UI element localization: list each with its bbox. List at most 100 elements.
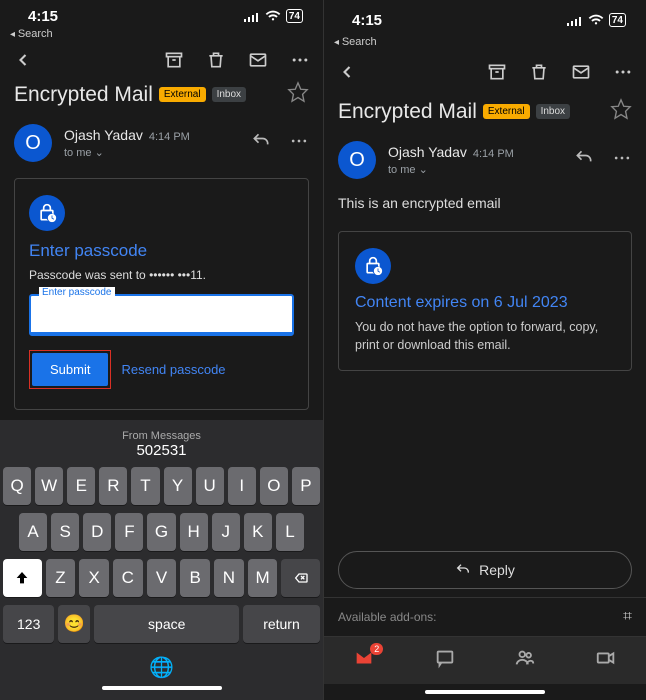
keyboard: From Messages 502531 QWERTYUIOP ASDFGHJK…: [0, 420, 323, 700]
status-time: 4:15: [352, 12, 382, 29]
star-icon[interactable]: [287, 81, 309, 108]
key-backspace[interactable]: [281, 559, 320, 597]
more-icon[interactable]: [612, 61, 634, 83]
right-pane: 4:15 74 Search Encrypted Mail External I…: [323, 0, 646, 700]
key-123[interactable]: 123: [3, 605, 54, 643]
passcode-input[interactable]: [29, 294, 294, 336]
key-p[interactable]: P: [292, 467, 320, 505]
key-d[interactable]: D: [83, 513, 111, 551]
key-y[interactable]: Y: [164, 467, 192, 505]
passcode-card: Enter passcode Passcode was sent to ••••…: [14, 178, 309, 410]
key-r[interactable]: R: [99, 467, 127, 505]
archive-icon[interactable]: [486, 61, 508, 83]
reply-button[interactable]: Reply: [338, 551, 632, 589]
subject-row: Encrypted Mail External Inbox: [0, 77, 323, 118]
nav-spaces[interactable]: [514, 647, 536, 674]
mail-icon[interactable]: [247, 49, 269, 71]
back-to-search[interactable]: Search: [324, 36, 646, 48]
key-return[interactable]: return: [243, 605, 320, 643]
subject-row: Encrypted Mail External Inbox: [324, 94, 646, 135]
mail-icon[interactable]: [570, 61, 592, 83]
status-time: 4:15: [28, 8, 58, 25]
subject-text: Encrypted Mail: [338, 100, 477, 124]
key-i[interactable]: I: [228, 467, 256, 505]
keyboard-row-3: ZXCVBNM: [3, 559, 320, 597]
chevron-down-icon: ⌄: [95, 147, 104, 159]
key-w[interactable]: W: [35, 467, 63, 505]
key-c[interactable]: C: [113, 559, 143, 597]
addons-label: Available add-ons:: [338, 610, 437, 624]
lock-clock-icon: [29, 195, 65, 231]
bottom-nav: 2: [324, 636, 646, 684]
key-n[interactable]: N: [214, 559, 244, 597]
addons-row: Available add-ons: ⌗: [324, 597, 646, 636]
back-icon[interactable]: [12, 49, 34, 71]
nav-mail[interactable]: 2: [353, 647, 375, 674]
key-k[interactable]: K: [244, 513, 272, 551]
home-indicator[interactable]: [102, 686, 222, 690]
back-to-search[interactable]: Search: [0, 28, 323, 40]
star-icon[interactable]: [610, 98, 632, 125]
key-j[interactable]: J: [212, 513, 240, 551]
globe-icon[interactable]: 🌐: [3, 651, 320, 680]
key-h[interactable]: H: [180, 513, 208, 551]
cellular-icon: [567, 15, 583, 26]
mail-badge-count: 2: [370, 643, 383, 655]
key-s[interactable]: S: [51, 513, 79, 551]
key-o[interactable]: O: [260, 467, 288, 505]
key-u[interactable]: U: [196, 467, 224, 505]
battery-icon: 74: [609, 13, 626, 27]
sender-name: Ojash Yadav: [64, 127, 143, 143]
key-emoji[interactable]: 😊: [58, 605, 90, 643]
sender-more-icon[interactable]: [612, 148, 632, 173]
expiry-text: You do not have the option to forward, c…: [355, 318, 615, 354]
email-body: This is an encrypted email: [324, 185, 646, 221]
resend-link[interactable]: Resend passcode: [121, 362, 225, 377]
status-indicators: 74: [244, 9, 303, 23]
inbox-badge: Inbox: [536, 104, 570, 119]
key-m[interactable]: M: [248, 559, 278, 597]
key-g[interactable]: G: [147, 513, 175, 551]
key-shift[interactable]: [3, 559, 42, 597]
nav-meet[interactable]: [595, 647, 617, 674]
reply-icon[interactable]: [574, 148, 594, 173]
key-l[interactable]: L: [276, 513, 304, 551]
expiry-card: Content expires on 6 Jul 2023 You do not…: [338, 231, 632, 371]
reply-icon[interactable]: [251, 131, 271, 156]
key-e[interactable]: E: [67, 467, 95, 505]
key-z[interactable]: Z: [46, 559, 76, 597]
external-badge: External: [159, 87, 206, 102]
keyboard-suggestion[interactable]: From Messages 502531: [3, 426, 320, 467]
sender-time: 4:14 PM: [473, 148, 514, 160]
key-t[interactable]: T: [131, 467, 159, 505]
key-x[interactable]: X: [79, 559, 109, 597]
avatar[interactable]: O: [338, 141, 376, 179]
avatar[interactable]: O: [14, 124, 52, 162]
submit-button[interactable]: Submit: [32, 353, 108, 386]
home-indicator[interactable]: [425, 690, 545, 694]
toolbar: [324, 50, 646, 94]
key-space[interactable]: space: [94, 605, 238, 643]
key-q[interactable]: Q: [3, 467, 31, 505]
archive-icon[interactable]: [163, 49, 185, 71]
key-b[interactable]: B: [180, 559, 210, 597]
delete-icon[interactable]: [205, 49, 227, 71]
highlight-box: Submit: [29, 350, 111, 389]
key-a[interactable]: A: [19, 513, 47, 551]
external-badge: External: [483, 104, 530, 119]
back-icon[interactable]: [336, 61, 358, 83]
key-v[interactable]: V: [147, 559, 177, 597]
recipient[interactable]: to me ⌄: [388, 163, 562, 176]
passcode-title: Enter passcode: [29, 241, 294, 261]
slack-icon[interactable]: ⌗: [623, 608, 632, 626]
sender-more-icon[interactable]: [289, 131, 309, 156]
expiry-title: Content expires on 6 Jul 2023: [355, 294, 615, 312]
key-f[interactable]: F: [115, 513, 143, 551]
more-icon[interactable]: [289, 49, 311, 71]
nav-chat[interactable]: [434, 647, 456, 674]
delete-icon[interactable]: [528, 61, 550, 83]
recipient[interactable]: to me ⌄: [64, 146, 239, 159]
sender-row: O Ojash Yadav4:14 PM to me ⌄: [324, 135, 646, 185]
lock-clock-icon: [355, 248, 391, 284]
keyboard-row-2: ASDFGHJKL: [3, 513, 320, 551]
